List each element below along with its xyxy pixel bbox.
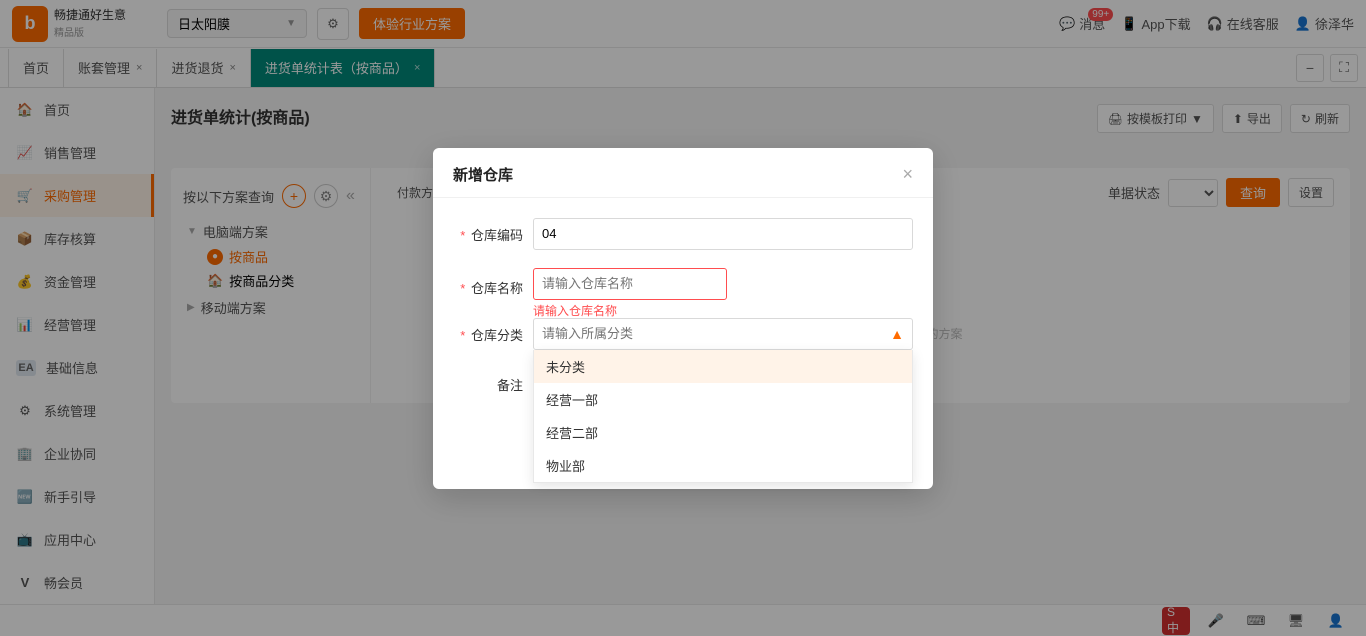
form-row-code: * 仓库编码 xyxy=(453,218,913,250)
name-input[interactable] xyxy=(533,268,727,300)
category-dropdown-list: 未分类 经营一部 经营二部 物业部 xyxy=(533,350,913,483)
dropdown-option-uncategorized[interactable]: 未分类 xyxy=(534,350,912,383)
new-warehouse-modal: 新增仓库 × * 仓库编码 * 仓库名称 xyxy=(433,148,933,489)
form-row-category: * 仓库分类 ▲ 未分类 经营一部 经营二部 物业部 xyxy=(453,318,913,350)
modal-body: * 仓库编码 * 仓库名称 请输入仓库名称 xyxy=(433,198,933,428)
dropdown-option-dept2[interactable]: 经营二部 xyxy=(534,416,912,449)
name-error-message: 请输入仓库名称 xyxy=(533,302,617,319)
name-label: * 仓库名称 xyxy=(453,271,533,297)
category-search-input[interactable] xyxy=(542,326,868,341)
name-input-wrap xyxy=(533,268,727,300)
chevron-up-icon: ▲ xyxy=(890,326,904,342)
category-input-wrap: ▲ 未分类 经营一部 经营二部 物业部 xyxy=(533,318,913,350)
modal-header: 新增仓库 × xyxy=(433,148,933,198)
modal-close-button[interactable]: × xyxy=(902,165,913,183)
dropdown-option-property[interactable]: 物业部 xyxy=(534,449,912,482)
name-required-star: * xyxy=(460,281,465,296)
dropdown-option-dept1[interactable]: 经营一部 xyxy=(534,383,912,416)
modal-title: 新增仓库 xyxy=(453,164,513,185)
category-dropdown-trigger[interactable]: ▲ xyxy=(533,318,913,350)
remark-label: 备注 xyxy=(453,368,533,394)
category-label: * 仓库分类 xyxy=(453,318,533,344)
required-star: * xyxy=(460,228,465,243)
code-input[interactable] xyxy=(533,218,913,250)
cat-required-star: * xyxy=(460,328,465,343)
form-row-name: * 仓库名称 请输入仓库名称 xyxy=(453,268,913,300)
code-label: * 仓库编码 xyxy=(453,218,533,244)
modal-overlay: 新增仓库 × * 仓库编码 * 仓库名称 xyxy=(0,0,1366,636)
